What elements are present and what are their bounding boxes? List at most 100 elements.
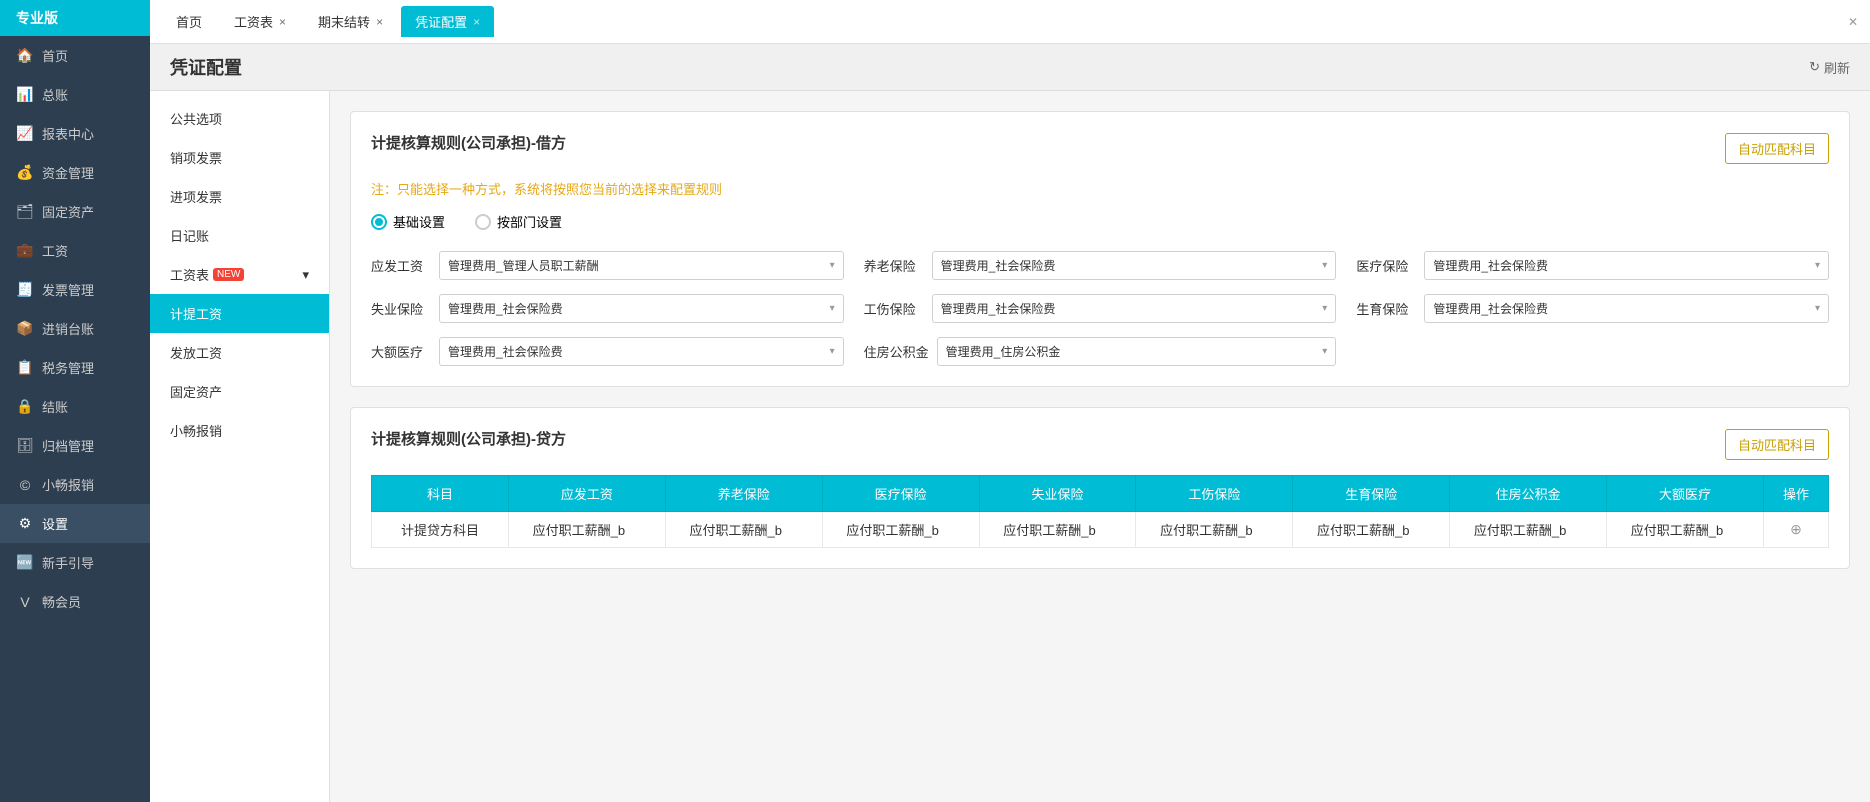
sidebar-label-invoice: 发票管理 bbox=[42, 280, 94, 299]
select-ylbx2[interactable]: 管理费用_社会保险费 ▾ bbox=[1424, 251, 1829, 280]
refresh-button[interactable]: ↻ 刷新 bbox=[1809, 58, 1850, 77]
sidebar-icon-guide: 🆕 bbox=[16, 554, 34, 571]
left-nav-item-journal[interactable]: 日记账 bbox=[150, 216, 329, 255]
select-sybx2[interactable]: 管理费用_社会保险费 ▾ bbox=[1424, 294, 1829, 323]
left-nav-label-sales: 销项发票 bbox=[170, 148, 222, 167]
brand-label: 专业版 bbox=[0, 0, 150, 36]
select-gsbx[interactable]: 管理费用_社会保险费 ▾ bbox=[932, 294, 1337, 323]
refresh-icon: ↻ bbox=[1809, 59, 1820, 75]
left-nav-item-sales[interactable]: 销项发票 bbox=[150, 138, 329, 177]
sidebar-item-settings[interactable]: ⚙设置 bbox=[0, 504, 150, 543]
chevron-dayl: ▾ bbox=[830, 346, 835, 357]
tab-period[interactable]: 期末结转 × bbox=[304, 6, 397, 37]
left-nav-item-purchase_inv[interactable]: 进项发票 bbox=[150, 177, 329, 216]
sidebar-item-tax[interactable]: 📋税务管理 bbox=[0, 348, 150, 387]
left-nav-label-expense: 小畅报销 bbox=[170, 421, 222, 440]
col-header: 工伤保险 bbox=[1136, 476, 1293, 512]
left-nav-item-salary_table[interactable]: 工资表NEW▾ bbox=[150, 255, 329, 294]
tab-close-period[interactable]: × bbox=[376, 15, 383, 29]
cell-value[interactable]: 应付职工薪酬_b bbox=[1450, 512, 1607, 548]
credit-auto-btn[interactable]: 自动匹配科目 bbox=[1725, 429, 1829, 460]
debit-form-row2: 失业保险 管理费用_社会保险费 ▾ 工伤保险 管理费用_社会保险费 ▾ bbox=[371, 294, 1829, 323]
sidebar-icon-archive: 🗄 bbox=[16, 437, 34, 454]
select-zfgjj[interactable]: 管理费用_住房公积金 ▾ bbox=[937, 337, 1337, 366]
tab-close-salary[interactable]: × bbox=[279, 15, 286, 29]
tab-voucher[interactable]: 凭证配置× bbox=[401, 6, 494, 37]
field-sybx: 失业保险 管理费用_社会保险费 ▾ bbox=[371, 294, 844, 323]
tab-label-period: 期末结转 bbox=[318, 12, 370, 31]
select-ylbx[interactable]: 管理费用_社会保险费 ▾ bbox=[932, 251, 1337, 280]
sidebar-icon-assets: 🗂 bbox=[16, 203, 34, 220]
cell-value[interactable]: 应付职工薪酬_b bbox=[822, 512, 979, 548]
radio-basic[interactable]: 基础设置 bbox=[371, 212, 445, 231]
left-nav-item-calc_salary[interactable]: 计提工资 bbox=[150, 294, 329, 333]
col-header: 科目 bbox=[372, 476, 509, 512]
main-area: 首页工资表×期末结转×凭证配置× ✕ 凭证配置 ↻ 刷新 公共选项销项发票进项发… bbox=[150, 0, 1870, 802]
radio-dept[interactable]: 按部门设置 bbox=[475, 212, 562, 231]
left-nav-item-expense[interactable]: 小畅报销 bbox=[150, 411, 329, 450]
sidebar-icon-closing: 🔒 bbox=[16, 398, 34, 415]
sidebar-item-xiaochang[interactable]: ©小畅报销 bbox=[0, 465, 150, 504]
left-nav-label-pay_salary: 发放工资 bbox=[170, 343, 222, 362]
sidebar-item-report[interactable]: 📈报表中心 bbox=[0, 114, 150, 153]
sidebar-item-salary[interactable]: 💼工资 bbox=[0, 231, 150, 270]
cell-text: 应付职工薪酬_b bbox=[519, 520, 639, 539]
col-header: 住房公积金 bbox=[1450, 476, 1607, 512]
cell-operation[interactable]: ⊕ bbox=[1763, 512, 1828, 548]
select-dayl[interactable]: 管理费用_社会保险费 ▾ bbox=[439, 337, 844, 366]
debit-section: 计提核算规则(公司承担)-借方 自动匹配科目 注：只能选择一种方式，系统将按照您… bbox=[350, 111, 1850, 387]
close-all-icon[interactable]: ✕ bbox=[1848, 15, 1858, 29]
field-ylbx2: 医疗保险 管理费用_社会保险费 ▾ bbox=[1356, 251, 1829, 280]
left-nav-label-public: 公共选项 bbox=[170, 109, 222, 128]
col-header: 养老保险 bbox=[665, 476, 822, 512]
select-yfgz[interactable]: 管理费用_管理人员职工薪酬 ▾ bbox=[439, 251, 844, 280]
cell-value[interactable]: 应付职工薪酬_b bbox=[665, 512, 822, 548]
label-sybx2: 生育保险 bbox=[1356, 299, 1416, 318]
sidebar-icon-purchase: 📦 bbox=[16, 320, 34, 337]
field-sybx2: 生育保险 管理费用_社会保险费 ▾ bbox=[1356, 294, 1829, 323]
sidebar-item-finance[interactable]: 💰资金管理 bbox=[0, 153, 150, 192]
sidebar-item-assets[interactable]: 🗂固定资产 bbox=[0, 192, 150, 231]
edit-icon[interactable]: ⊕ bbox=[1790, 521, 1802, 537]
cell-value[interactable]: 应付职工薪酬_b bbox=[1293, 512, 1450, 548]
sidebar-icon-invoice: 🧾 bbox=[16, 281, 34, 298]
chevron-sybx: ▾ bbox=[830, 303, 835, 314]
field-yfgz: 应发工资 管理费用_管理人员职工薪酬 ▾ bbox=[371, 251, 844, 280]
left-nav-item-pay_salary[interactable]: 发放工资 bbox=[150, 333, 329, 372]
left-nav-item-fixed_assets[interactable]: 固定资产 bbox=[150, 372, 329, 411]
select-sybx[interactable]: 管理费用_社会保险费 ▾ bbox=[439, 294, 844, 323]
tab-close-voucher[interactable]: × bbox=[473, 15, 480, 29]
debit-auto-btn[interactable]: 自动匹配科目 bbox=[1725, 133, 1829, 164]
cell-text: 应付职工薪酬_b bbox=[833, 520, 953, 539]
sidebar-icon-member: V bbox=[16, 594, 34, 610]
field-gsbx: 工伤保险 管理费用_社会保险费 ▾ bbox=[864, 294, 1337, 323]
sidebar-item-invoice[interactable]: 🧾 发票管理 bbox=[0, 270, 150, 309]
sidebar-item-ledger[interactable]: 📊总账 bbox=[0, 75, 150, 114]
cell-value[interactable]: 应付职工薪酬_b bbox=[1136, 512, 1293, 548]
chevron-sybx2: ▾ bbox=[1815, 303, 1820, 314]
sidebar-item-closing[interactable]: 🔒结账 bbox=[0, 387, 150, 426]
cell-value[interactable]: 应付职工薪酬_b bbox=[1607, 512, 1764, 548]
sidebar-item-archive[interactable]: 🗄归档管理 bbox=[0, 426, 150, 465]
sidebar-item-purchase[interactable]: 📦进销台账 bbox=[0, 309, 150, 348]
left-nav-item-public[interactable]: 公共选项 bbox=[150, 99, 329, 138]
sidebar: 专业版 🏠首页📊总账📈报表中心💰资金管理🗂固定资产💼工资 🧾 发票管理 📦进销台账📋税… bbox=[0, 0, 150, 802]
sidebar-item-home[interactable]: 🏠首页 bbox=[0, 36, 150, 75]
sidebar-icon-settings: ⚙ bbox=[16, 515, 34, 532]
left-nav-label-journal: 日记账 bbox=[170, 226, 209, 245]
credit-section: 计提核算规则(公司承担)-贷方 自动匹配科目 科目应发工资养老保险医疗保险失业保… bbox=[350, 407, 1850, 569]
credit-table: 科目应发工资养老保险医疗保险失业保险工伤保险生育保险住房公积金大额医疗操作 计提… bbox=[371, 475, 1829, 548]
cell-value[interactable]: 应付职工薪酬_b bbox=[979, 512, 1136, 548]
cell-value[interactable]: 应付职工薪酬_b bbox=[508, 512, 665, 548]
label-sybx: 失业保险 bbox=[371, 299, 431, 318]
tab-home[interactable]: 首页 bbox=[162, 6, 216, 37]
cell-text: 应付职工薪酬_b bbox=[1460, 520, 1580, 539]
sidebar-label-home: 首页 bbox=[42, 46, 68, 65]
sidebar-icon-salary: 💼 bbox=[16, 242, 34, 259]
sidebar-item-member[interactable]: V畅会员 bbox=[0, 582, 150, 621]
debit-section-header: 计提核算规则(公司承担)-借方 自动匹配科目 bbox=[371, 132, 1829, 165]
radio-basic-label: 基础设置 bbox=[393, 212, 445, 231]
left-nav-label-purchase_inv: 进项发票 bbox=[170, 187, 222, 206]
tab-salary[interactable]: 工资表× bbox=[220, 6, 300, 37]
sidebar-item-guide[interactable]: 🆕新手引导 bbox=[0, 543, 150, 582]
